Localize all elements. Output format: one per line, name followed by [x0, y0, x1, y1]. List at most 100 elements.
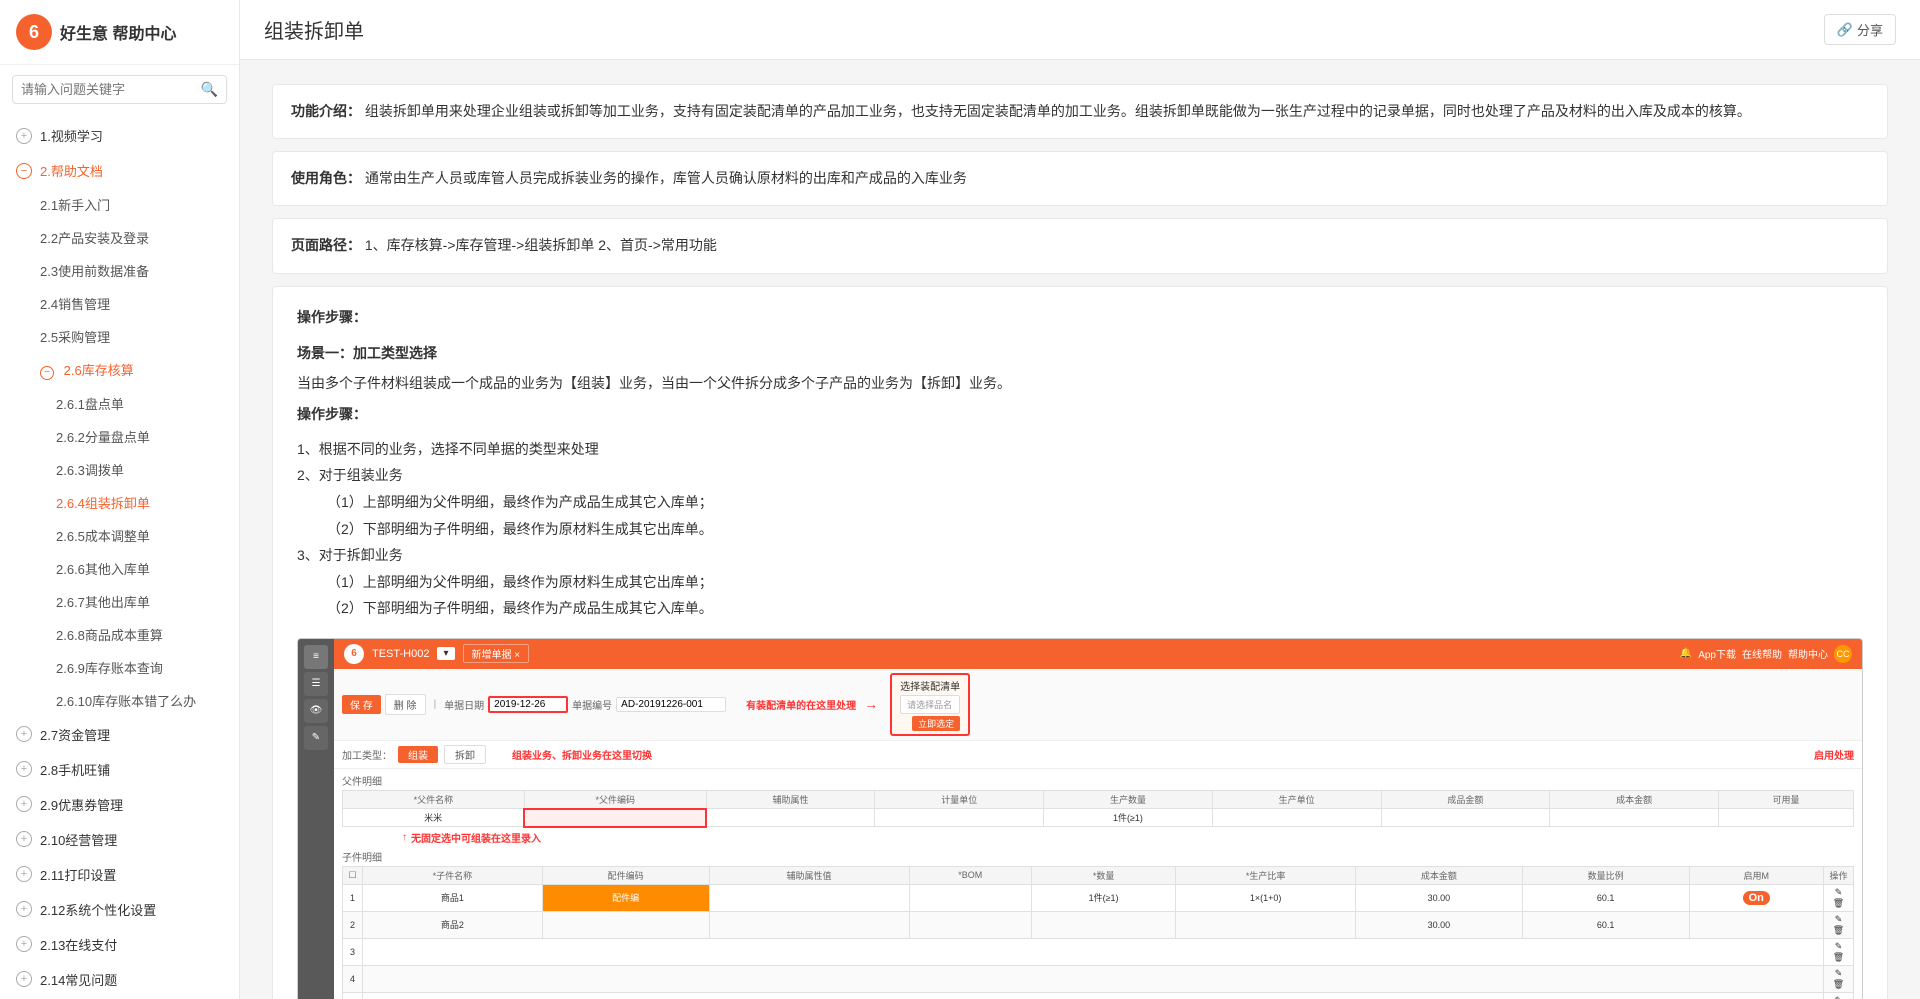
bom-panel-title: 选择装配清单	[900, 678, 960, 693]
lower-row5-empty	[363, 992, 1824, 999]
lower-row4-action[interactable]: ✎ 🗑	[1824, 965, 1854, 992]
on-badge[interactable]: On	[1743, 891, 1770, 905]
inner-icon-contact[interactable]: 帮助中心	[1788, 646, 1828, 661]
inner-date-label: 单据日期	[444, 697, 484, 712]
lower-row2-check: 2	[343, 911, 363, 938]
sidebar-item-coupon[interactable]: + 2.9优惠券管理	[0, 787, 239, 822]
expand-icon: +	[16, 128, 32, 144]
upper-td-code	[524, 809, 706, 827]
sidebar-item-other-in[interactable]: 2.6.6其他入库单	[0, 552, 239, 585]
path-block: 页面路径： 1、库存核算->库存管理->组装拆卸单 2、首页->常用功能	[272, 218, 1888, 273]
sidebar-item-sales[interactable]: 2.4销售管理	[0, 287, 239, 320]
upper-td-avail	[1718, 809, 1853, 827]
sidebar-item-finance[interactable]: + 2.7资金管理	[0, 717, 239, 752]
type-btn-assembly[interactable]: 组装	[398, 746, 438, 763]
step2-1: （1）上部明细为父件明细，最终作为产成品生成其它入库单；	[297, 489, 1863, 516]
type-btn-disassembly[interactable]: 拆卸	[444, 745, 486, 764]
search-input[interactable]	[21, 82, 201, 97]
sidebar-item-other-out[interactable]: 2.6.7其他出库单	[0, 585, 239, 618]
upper-td-amount	[1381, 809, 1550, 827]
lower-row1-enable: On	[1689, 884, 1824, 911]
sidebar-item-inventory[interactable]: − 2.6库存核算	[0, 353, 239, 387]
upper-td-cost	[1550, 809, 1719, 827]
sidebar-item-cost-calc-label: 2.6.8商品成本重算	[56, 628, 163, 643]
inner-icon-apps[interactable]: App下载	[1698, 646, 1736, 661]
step2-2: （2）下部明细为子件明细，最终作为原材料生成其它出库单。	[297, 516, 1863, 543]
lower-row2-aux	[709, 911, 909, 938]
inner-icon-bell[interactable]: 🔔	[1680, 648, 1692, 659]
inner-selector[interactable]: ▾	[437, 647, 454, 660]
sidebar-item-install[interactable]: 2.2产品安装及登录	[0, 221, 239, 254]
lower-row1-action[interactable]: ✎ 🗑	[1824, 884, 1854, 911]
inner-icon-help[interactable]: 在线帮助	[1742, 646, 1782, 661]
step3-1: （1）上部明细为父件明细，最终作为原材料生成其它出库单；	[297, 569, 1863, 596]
type-label: 加工类型：	[342, 747, 392, 762]
sidebar-item-assembly[interactable]: 2.6.4组装拆卸单	[0, 486, 239, 519]
search-box[interactable]: 🔍	[12, 75, 227, 104]
step1: 1、根据不同的业务，选择不同单据的类型来处理	[297, 436, 1863, 463]
inventory-collapse-icon: −	[40, 366, 54, 380]
lower-row3-action[interactable]: ✎ 🗑	[1824, 938, 1854, 965]
sidebar-item-print[interactable]: + 2.11打印设置	[0, 857, 239, 892]
sidebar-item-docs[interactable]: − 2.帮助文档	[0, 153, 239, 188]
sidebar-item-transfer-label: 2.6.3调拨单	[56, 463, 124, 478]
upper-th-7: 成品金额	[1381, 790, 1550, 809]
lower-row5-check: 5	[343, 992, 363, 999]
sidebar-item-cost[interactable]: 2.6.5成本调整单	[0, 519, 239, 552]
sidebar-item-faq[interactable]: + 2.14常见问题	[0, 962, 239, 997]
sidebar-item-coupon-label: 2.9优惠券管理	[40, 795, 123, 814]
upper-th-4: 计量单位	[875, 790, 1044, 809]
lower-th-bom: *BOM	[909, 866, 1031, 884]
inner-delete-btn[interactable]: 删 除	[385, 694, 426, 715]
sidebar-item-prepare-label: 2.3使用前数据准备	[40, 264, 149, 279]
lower-row2-name: 商品2	[363, 911, 543, 938]
ops-expand-icon: +	[16, 831, 32, 847]
share-button[interactable]: 🔗 分享	[1824, 14, 1896, 45]
sidebar-item-pay[interactable]: + 2.13在线支付	[0, 927, 239, 962]
lower-row2-qratio: 60.1	[1522, 911, 1689, 938]
sidebar-item-newbie[interactable]: 2.1新手入门	[0, 188, 239, 221]
inner-company: TEST-H002	[372, 648, 429, 660]
sidebar-item-check-label: 2.6.9库存账本查询	[56, 661, 163, 676]
page-header: 组装拆卸单 🔗 分享	[240, 0, 1920, 60]
sidebar-item-partial-label: 2.6.2分量盘点单	[56, 430, 150, 445]
sidebar-item-prepare[interactable]: 2.3使用前数据准备	[0, 254, 239, 287]
sidebar-item-transfer[interactable]: 2.6.3调拨单	[0, 453, 239, 486]
sidebar-item-mobile[interactable]: + 2.8手机旺铺	[0, 752, 239, 787]
inner-toolbar-divider: |	[434, 699, 437, 710]
inner-new-tab[interactable]: 新增单据 ×	[463, 644, 530, 663]
sidebar-item-stocktake[interactable]: 2.6.1盘点单	[0, 387, 239, 420]
sidebar-item-cost-calc[interactable]: 2.6.8商品成本重算	[0, 618, 239, 651]
lower-row2-ratio	[1176, 911, 1356, 938]
inner-save-btn[interactable]: 保 存	[342, 695, 381, 714]
sidebar-item-check[interactable]: 2.6.9库存账本查询	[0, 651, 239, 684]
sidebar-item-custom[interactable]: + 2.12系统个性化设置	[0, 892, 239, 927]
sidebar-item-ops[interactable]: + 2.10经营管理	[0, 822, 239, 857]
main-area: 组装拆卸单 🔗 分享 功能介绍： 组装拆卸单用来处理企业组装或拆卸等加工业务，支…	[240, 0, 1920, 999]
sidebar-item-error-label: 2.6.10库存账本错了么办	[56, 694, 196, 709]
sidebar-item-partial[interactable]: 2.6.2分量盘点单	[0, 420, 239, 453]
inner-no-input[interactable]	[616, 697, 726, 712]
search-icon[interactable]: 🔍	[201, 81, 218, 98]
ops-label: 操作步骤：	[297, 307, 1863, 327]
lower-row5-action[interactable]: ✎ 🗑	[1824, 992, 1854, 999]
sidebar-item-video-label: 1.视频学习	[40, 126, 103, 145]
lower-row2-action[interactable]: ✎ 🗑	[1824, 911, 1854, 938]
inner-date-input[interactable]	[488, 696, 568, 713]
sidebar-item-custom-label: 2.12系统个性化设置	[40, 900, 156, 919]
sidebar-item-error[interactable]: 2.6.10库存账本错了么办	[0, 684, 239, 717]
lower-row1-qty: 1件(≥1)	[1031, 884, 1175, 911]
bom-search[interactable]: 请选择品名	[900, 695, 960, 714]
lower-th-qratio: 数量比例	[1522, 866, 1689, 884]
bom-confirm-btn[interactable]: 立即选定	[912, 716, 960, 731]
faq-expand-icon: +	[16, 971, 32, 987]
collapse-icon: −	[16, 163, 32, 179]
bom-arrow-up: ↑	[402, 832, 407, 843]
lower-row2-enable	[1689, 911, 1824, 938]
mobile-expand-icon: +	[16, 761, 32, 777]
sidebar-item-video[interactable]: + 1.视频学习	[0, 118, 239, 153]
inner-avatar: CC	[1834, 645, 1852, 663]
sidebar-item-purchase[interactable]: 2.5采购管理	[0, 320, 239, 353]
lower-th-ratio: *生产比率	[1176, 866, 1356, 884]
lower-th-name: *子件名称	[363, 866, 543, 884]
